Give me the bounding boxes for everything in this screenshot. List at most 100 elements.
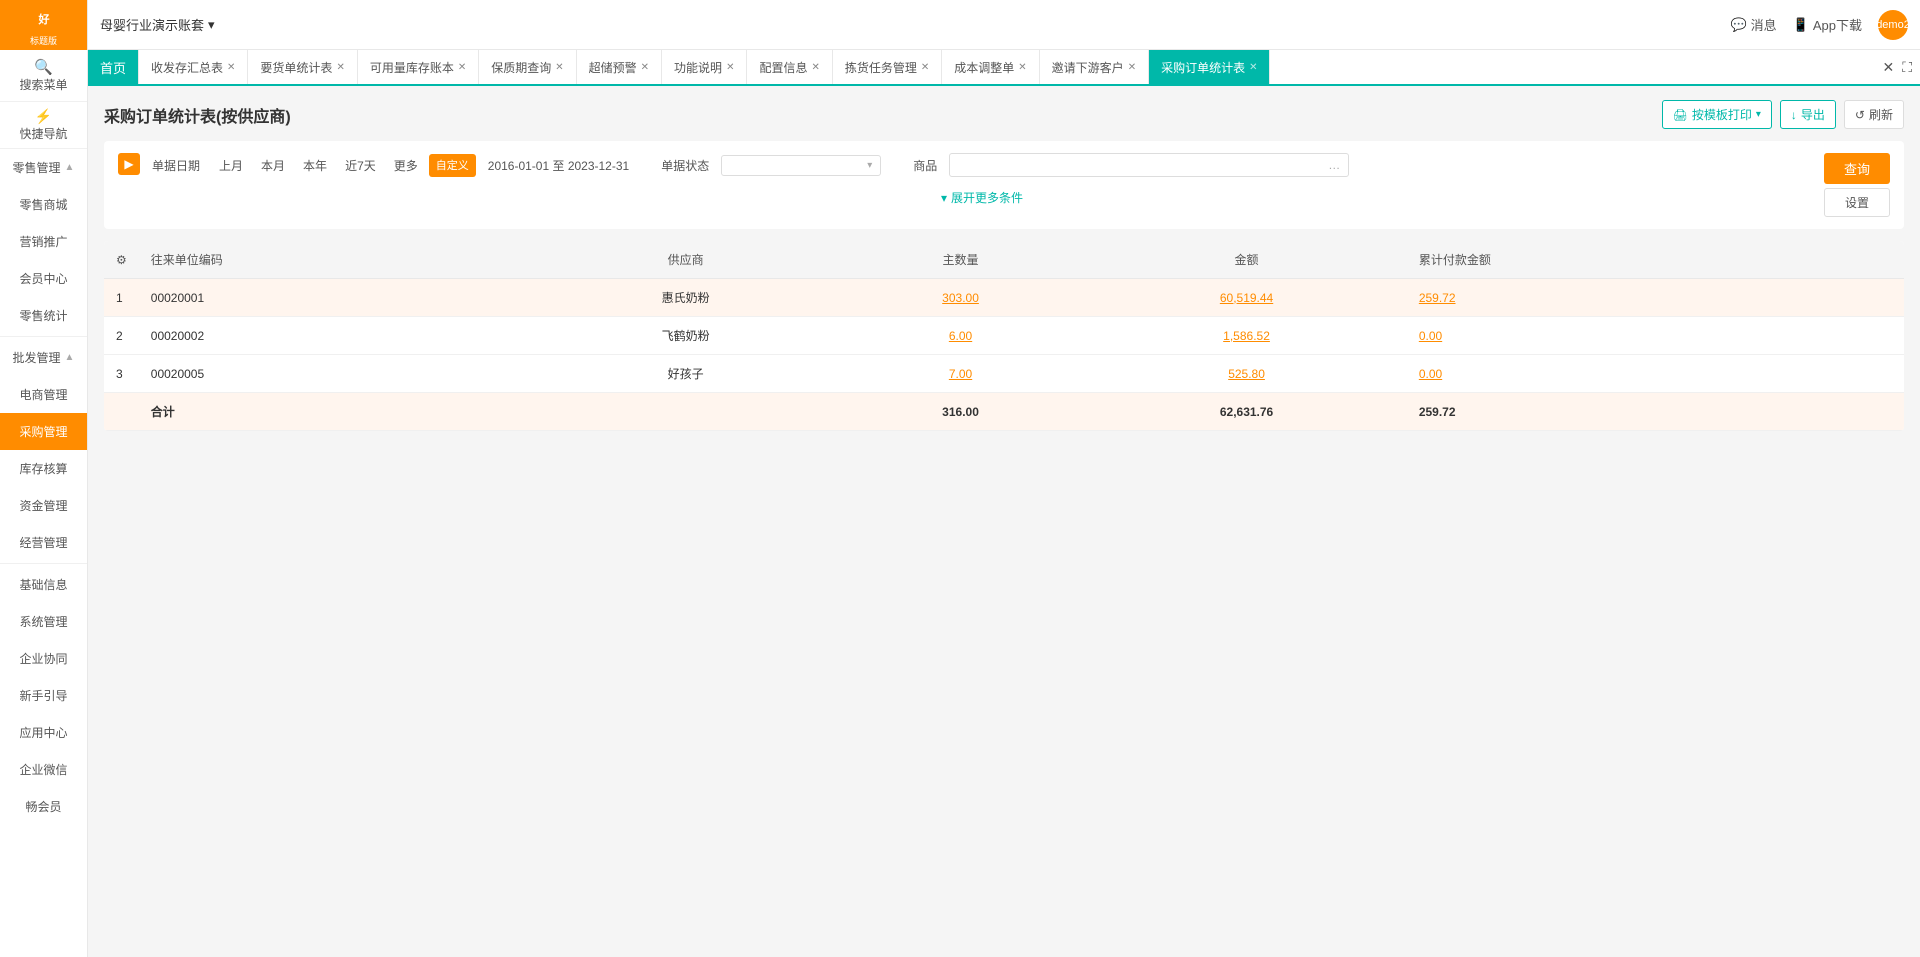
sidebar-item-retail[interactable]: 零售管理 ▲ [0,149,87,186]
td-amount-1: 60,519.44 [1086,279,1407,317]
sidebar-item-new-guide[interactable]: 新手引导 [0,677,87,714]
sidebar-item-marketing[interactable]: 营销推广 [0,223,87,260]
tab-purchase-stat-close[interactable]: ✕ [1249,62,1257,73]
td-qty-3: 7.00 [835,355,1086,393]
tab-expiry-close[interactable]: ✕ [555,62,563,73]
tab-pick-task[interactable]: 拣货任务管理 ✕ [833,50,942,85]
status-select[interactable]: ▾ [721,155,881,176]
page-actions: 🖨 按模板打印 ▾ ↓ 导出 ↺ 刷新 [1662,100,1904,129]
filter-row-date: 单据日期 上月 本月 本年 近7天 更多 自定义 2016-01-01 至 20… [152,153,1812,177]
date-range-display: 2016-01-01 至 2023-12-31 [488,157,629,174]
paid-link-1[interactable]: 259.72 [1419,291,1456,305]
tab-cost-adjust-close[interactable]: ✕ [1018,62,1026,73]
goods-input-more[interactable]: … [1328,158,1340,172]
tab-purchase-stat[interactable]: 采购订单统计表 ✕ [1149,50,1270,85]
print-btn[interactable]: 🖨 按模板打印 ▾ [1662,100,1772,129]
goods-input[interactable] [958,158,1328,172]
tab-func-desc-close[interactable]: ✕ [726,62,734,73]
sidebar-item-system[interactable]: 系统管理 [0,603,87,640]
tab-invite-customer[interactable]: 邀请下游客户 ✕ [1040,50,1149,85]
sidebar-item-basic[interactable]: 基础信息 [0,566,87,603]
amount-link-2[interactable]: 1,586.52 [1223,329,1270,343]
tab-cost-adjust[interactable]: 成本调整单 ✕ [942,50,1039,85]
qty-link-1[interactable]: 303.00 [942,291,979,305]
td-paid-3: 0.00 [1407,355,1805,393]
td-code-1: 00020001 [139,279,537,317]
sidebar-item-finance[interactable]: 资金管理 [0,487,87,524]
tab-overstock[interactable]: 超储预警 ✕ [577,50,662,85]
filter-area: ▶ 单据日期 上月 本月 本年 近7天 更多 自定义 2016-01 [104,141,1904,229]
sidebar-item-retail-mall[interactable]: 零售商城 [0,186,87,223]
fullscreen-btn[interactable]: ⛶ [1902,59,1912,76]
td-extra-1 [1805,279,1904,317]
tab-overstock-close[interactable]: ✕ [641,62,649,73]
filter-settings-btn[interactable]: 设置 [1824,188,1890,217]
tfoot-label: 合计 [139,393,537,431]
amount-link-3[interactable]: 525.80 [1228,367,1265,381]
tab-home[interactable]: 首页 [88,50,139,85]
shortcut-more[interactable]: 更多 [387,154,425,177]
tab-order-stat[interactable]: 要货单统计表 ✕ [248,50,357,85]
filter-expand-row: ▾ 展开更多条件 [152,185,1812,206]
sidebar-item-wholesale[interactable]: 批发管理 ▲ [0,339,87,376]
tab-pick-task-close[interactable]: ✕ [921,62,929,73]
sidebar: 好 标题版 🔍 搜索菜单 ⚡ 快捷导航 零售管理 ▲ 零售商城 营销推广 会员中… [0,0,88,957]
paid-link-2[interactable]: 0.00 [1419,329,1442,343]
sidebar-item-member2[interactable]: 畅会员 [0,788,87,825]
th-code: 往来单位编码 [139,241,537,279]
sidebar-item-corp-wechat[interactable]: 企业微信 [0,751,87,788]
user-avatar[interactable]: demo2 [1878,10,1908,40]
tab-collect[interactable]: 收发存汇总表 ✕ [139,50,248,85]
refresh-btn[interactable]: ↺ 刷新 [1844,100,1904,129]
tab-config-info-close[interactable]: ✕ [811,62,819,73]
sidebar-item-ecommerce[interactable]: 电商管理 [0,376,87,413]
tab-stock-book-close[interactable]: ✕ [458,62,466,73]
tfoot-empty [104,393,139,431]
close-all-tabs-btn[interactable]: ✕ [1882,59,1894,76]
td-supplier-2: 飞鹤奶粉 [536,317,834,355]
tab-expiry[interactable]: 保质期查询 ✕ [479,50,576,85]
goods-filter-label: 商品 [913,157,937,174]
page-title: 采购订单统计表(按供应商) [104,103,291,127]
tab-stock-book[interactable]: 可用量库存账本 ✕ [358,50,479,85]
settings-icon[interactable]: ⚙ [116,253,127,267]
logo[interactable]: 好 标题版 [0,0,87,50]
shortcut-this-month[interactable]: 本月 [254,154,292,177]
sidebar-item-operation[interactable]: 经营管理 [0,524,87,561]
message-btn[interactable]: 💬 消息 [1730,15,1776,34]
qty-link-2[interactable]: 6.00 [949,329,972,343]
shortcut-this-year[interactable]: 本年 [296,154,334,177]
tab-func-desc[interactable]: 功能说明 ✕ [662,50,747,85]
expand-more-btn[interactable]: ▾ 展开更多条件 [941,189,1023,206]
table-row: 2 00020002 飞鹤奶粉 6.00 1,586.52 0.00 [104,317,1904,355]
app-download-btn[interactable]: 📱 App下载 [1793,15,1862,34]
sidebar-item-member[interactable]: 会员中心 [0,260,87,297]
td-paid-1: 259.72 [1407,279,1805,317]
amount-link-1[interactable]: 60,519.44 [1220,291,1273,305]
td-index-2: 2 [104,317,139,355]
shortcut-7days[interactable]: 近7天 [338,154,383,177]
shortcut-last-month[interactable]: 上月 [212,154,250,177]
paid-link-3[interactable]: 0.00 [1419,367,1442,381]
td-qty-2: 6.00 [835,317,1086,355]
sidebar-item-shortcut[interactable]: ⚡ 快捷导航 [0,102,87,149]
sidebar-item-retail-stat[interactable]: 零售统计 [0,297,87,334]
sidebar-item-app-center[interactable]: 应用中心 [0,714,87,751]
shortcut-custom[interactable]: 自定义 [429,154,476,177]
tab-order-stat-close[interactable]: ✕ [336,62,344,73]
tab-config-info[interactable]: 配置信息 ✕ [747,50,832,85]
th-amount: 金额 [1086,241,1407,279]
filter-collapse-btn[interactable]: ▶ [118,153,140,175]
workspace-selector[interactable]: 母婴行业演示账套 ▾ [100,15,215,34]
tab-collect-close[interactable]: ✕ [227,62,235,73]
query-btn[interactable]: 查询 [1824,153,1890,184]
sidebar-item-inventory[interactable]: 库存核算 [0,450,87,487]
tab-invite-customer-close[interactable]: ✕ [1128,62,1136,73]
qty-link-3[interactable]: 7.00 [949,367,972,381]
td-index-1: 1 [104,279,139,317]
export-btn[interactable]: ↓ 导出 [1780,100,1836,129]
sidebar-item-purchase[interactable]: 采购管理 [0,413,87,450]
sidebar-item-search[interactable]: 🔍 搜索菜单 [0,50,87,102]
data-table-wrap: ⚙ 往来单位编码 供应商 主数量 金额 累计付款金额 1 00020001 [104,241,1904,431]
sidebar-item-enterprise[interactable]: 企业协同 [0,640,87,677]
